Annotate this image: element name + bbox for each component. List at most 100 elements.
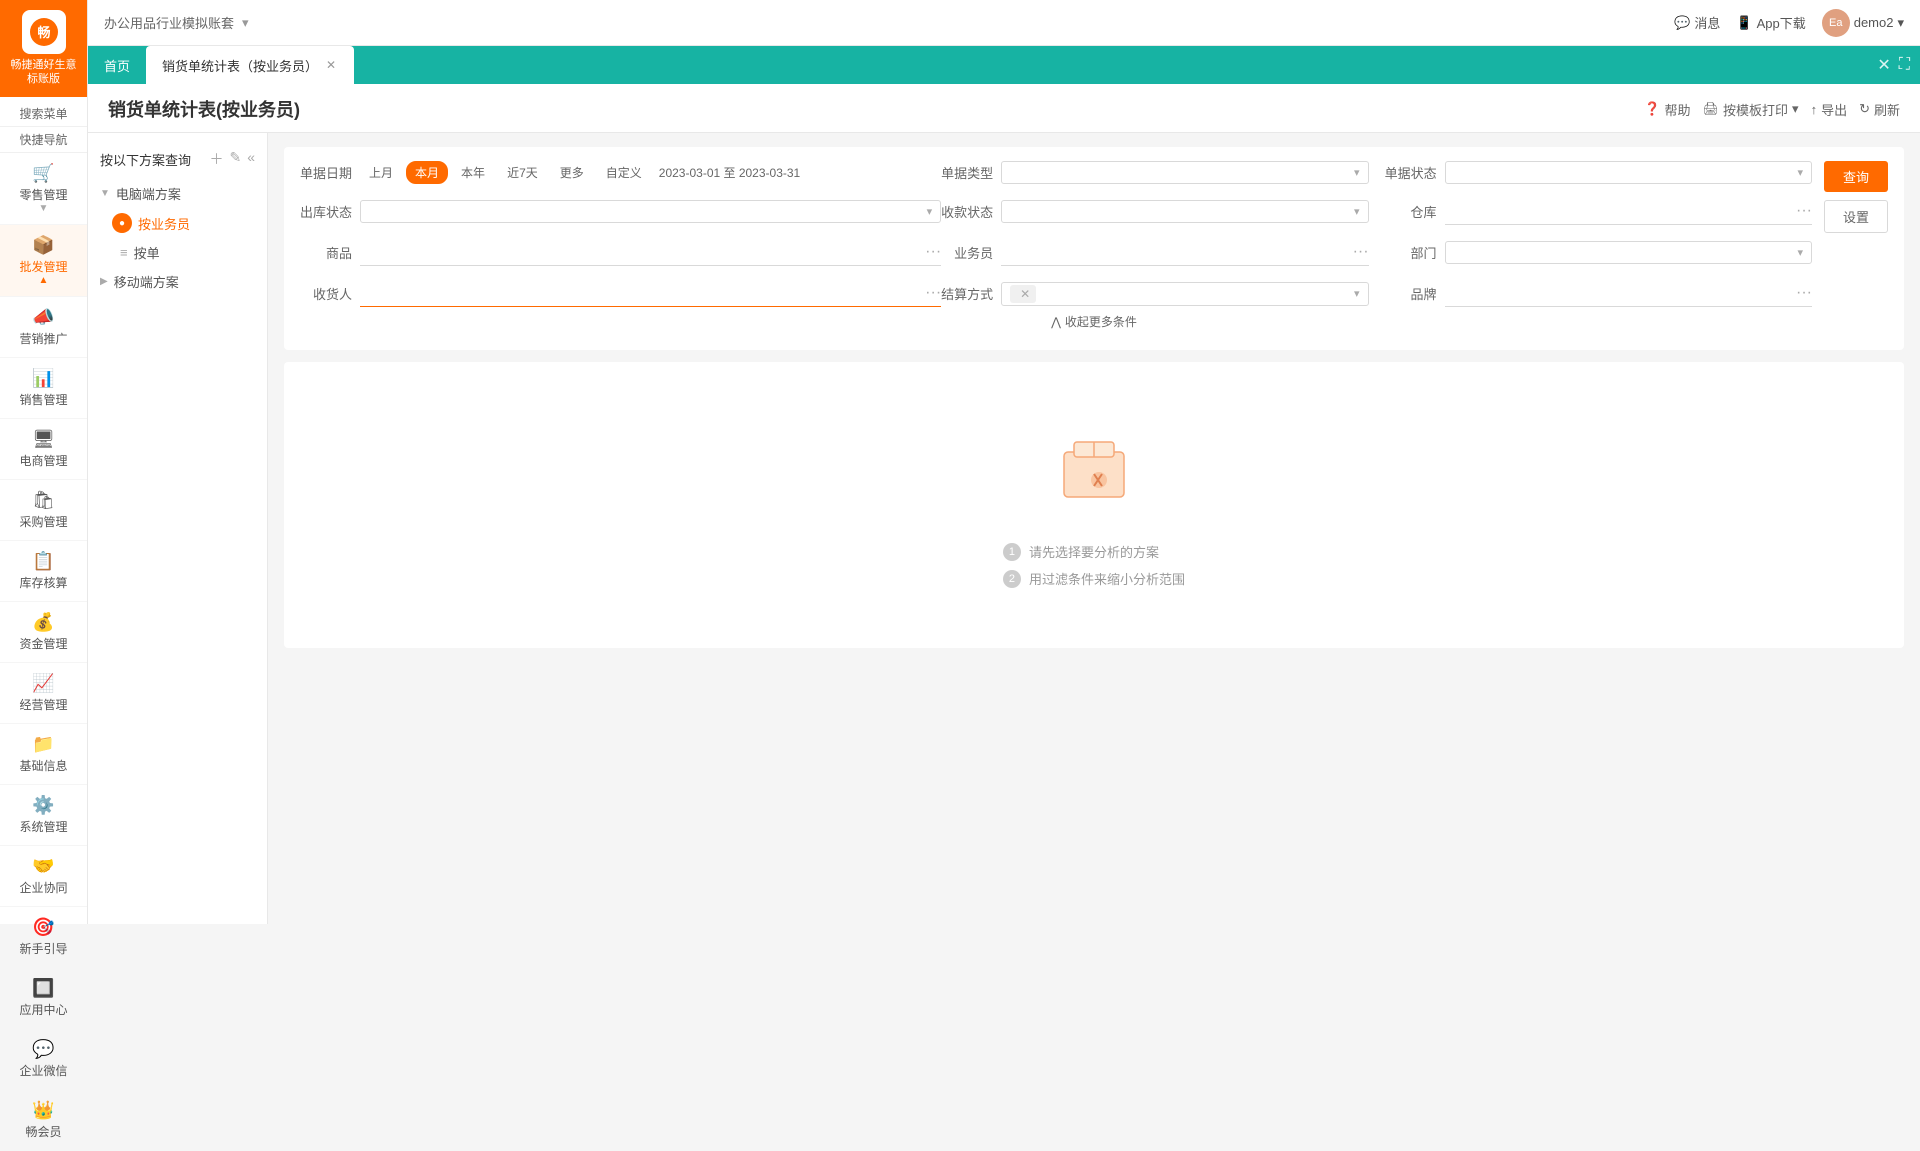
collapse-filter-button[interactable]: ⋀ 收起更多条件	[300, 307, 1888, 336]
doc-type-select[interactable]: ▾	[1001, 161, 1368, 184]
filter-item-dept: 部门 ▾	[1385, 241, 1812, 264]
salesman-dots[interactable]: ···	[1353, 243, 1369, 261]
brand-dots[interactable]: ···	[1796, 284, 1812, 302]
doc-status-select[interactable]: ▾	[1445, 161, 1812, 184]
empty-hint-2-text: 用过滤条件来缩小分析范围	[1029, 569, 1185, 588]
message-button[interactable]: 💬 消息	[1674, 13, 1720, 32]
topbar: 办公用品行业模拟账套 ▾ 💬 消息 📱 App下载 Ea demo2 ▾	[88, 0, 1920, 46]
sidebar-item-inventory[interactable]: 📋 库存核算	[0, 541, 87, 602]
date-btn-more[interactable]: 更多	[551, 161, 593, 184]
out-status-select[interactable]: ▾	[360, 200, 941, 223]
receipt-status-select[interactable]: ▾	[1001, 200, 1368, 223]
marketing-icon: 📣	[32, 307, 54, 328]
tab-close-icon[interactable]: ✕	[324, 56, 338, 74]
doc-type-arrow: ▾	[1354, 166, 1360, 179]
topbar-dropdown-icon[interactable]: ▾	[242, 15, 249, 31]
add-scheme-icon[interactable]: ＋	[209, 149, 223, 169]
warehouse-input[interactable]: ···	[1445, 198, 1812, 225]
dept-select[interactable]: ▾	[1445, 241, 1812, 264]
query-button[interactable]: 查询	[1824, 161, 1888, 192]
sales-icon: 📊	[32, 368, 54, 389]
recipient-dots[interactable]: ···	[925, 284, 941, 302]
sidebar-item-newbie[interactable]: 🎯 新手引导	[0, 907, 87, 968]
product-input[interactable]: ···	[360, 239, 941, 266]
filter-item-product: 商品 ···	[300, 239, 941, 266]
desktop-scheme-label: 电脑端方案	[116, 184, 181, 203]
sidebar-item-marketing[interactable]: 📣 营销推广	[0, 297, 87, 358]
sidebar-item-system[interactable]: ⚙️ 系统管理	[0, 785, 87, 846]
collapse-panel-icon[interactable]: «	[247, 149, 255, 169]
scheme-item-by-order[interactable]: ≡ 按单	[88, 238, 267, 267]
app-download-button[interactable]: 📱 App下载	[1736, 13, 1805, 32]
page-title: 销货单统计表(按业务员)	[108, 96, 300, 132]
sidebar-item-wholesale[interactable]: 📦 批发管理 ▲	[0, 225, 87, 297]
payment-method-tag: ✕	[1010, 285, 1036, 303]
sidebar-item-label-basic: 基础信息	[19, 757, 67, 774]
filter-item-warehouse: 仓库 ···	[1385, 198, 1812, 225]
collapse-label: 收起更多条件	[1065, 313, 1137, 330]
help-button[interactable]: ❓ 帮助	[1644, 100, 1690, 119]
tab-home-label: 首页	[104, 56, 130, 75]
mobile-scheme-label: 移动端方案	[114, 272, 179, 291]
app-download-label: App下载	[1757, 13, 1806, 32]
filter-item-doc-type: 单据类型 ▾	[941, 161, 1368, 184]
refresh-icon: ↻	[1859, 101, 1870, 117]
product-dots[interactable]: ···	[925, 243, 941, 261]
search-menu-button[interactable]: 搜索菜单	[0, 97, 87, 127]
sidebar-item-ecommerce[interactable]: 🖥 电商管理	[0, 419, 87, 480]
sidebar-item-operation[interactable]: 📈 经营管理	[0, 663, 87, 724]
date-btn-custom[interactable]: 自定义	[597, 161, 651, 184]
mobile-scheme-category[interactable]: ▶ 移动端方案	[88, 267, 267, 296]
sidebar-item-wechat[interactable]: 💬 企业微信	[0, 1029, 87, 1090]
tab-sales-report[interactable]: 销货单统计表（按业务员） ✕	[146, 46, 354, 84]
export-icon: ↑	[1811, 102, 1818, 117]
sidebar-item-finance[interactable]: 💰 资金管理	[0, 602, 87, 663]
filter-item-receipt-status: 收款状态 ▾	[941, 200, 1368, 223]
quick-nav-button[interactable]: 快捷导航	[0, 127, 87, 153]
sidebar-item-retail[interactable]: 🛒 零售管理 ▼	[0, 153, 87, 225]
date-btn-this-year[interactable]: 本年	[452, 161, 494, 184]
desktop-scheme-category[interactable]: ▼ 电脑端方案	[88, 179, 267, 208]
user-menu[interactable]: Ea demo2 ▾	[1822, 9, 1904, 37]
payment-method-clear[interactable]: ✕	[1020, 287, 1030, 301]
filter-item-out-status: 出库状态 ▾	[300, 200, 941, 223]
sidebar-item-purchase[interactable]: 🛍 采购管理	[0, 480, 87, 541]
brand-label: 品牌	[1385, 284, 1445, 303]
dept-arrow: ▾	[1797, 246, 1803, 259]
warehouse-dots[interactable]: ···	[1796, 202, 1812, 220]
filter-row-1: 单据日期 上月 本月 本年 近7天 更多 自定义	[300, 161, 1812, 184]
apps-icon: 🔲	[32, 978, 54, 999]
sidebar-item-enterprise[interactable]: 🤝 企业协同	[0, 846, 87, 907]
recipient-input[interactable]: ···	[360, 280, 941, 307]
settings-button[interactable]: 设置	[1824, 200, 1888, 233]
export-button[interactable]: ↑ 导出	[1811, 100, 1848, 119]
date-btn-last-month[interactable]: 上月	[360, 161, 402, 184]
sidebar-item-member[interactable]: 👑 畅会员	[0, 1090, 87, 1151]
edit-scheme-icon[interactable]: ✎	[229, 149, 241, 169]
tab-home[interactable]: 首页	[88, 46, 146, 84]
payment-method-select[interactable]: ✕ ▾	[1001, 282, 1368, 306]
sidebar-item-sales[interactable]: 📊 销售管理	[0, 358, 87, 419]
scheme-item-by-salesman[interactable]: ● 按业务员	[88, 208, 267, 238]
wholesale-icon: 📦	[32, 235, 54, 256]
date-btn-this-month[interactable]: 本月	[406, 161, 448, 184]
salesman-input[interactable]: ···	[1001, 239, 1368, 266]
date-filter: 上月 本月 本年 近7天 更多 自定义 2023-03-01 至 2023-03…	[360, 161, 941, 184]
refresh-button[interactable]: ↻ 刷新	[1859, 100, 1900, 119]
tab-close-window-icon[interactable]: ✕	[1877, 55, 1890, 75]
template-print-button[interactable]: 🖨 按模板打印 ▾	[1703, 100, 1799, 119]
date-btn-last7[interactable]: 近7天	[498, 161, 547, 184]
sidebar-item-apps[interactable]: 🔲 应用中心	[0, 968, 87, 1029]
refresh-label: 刷新	[1874, 100, 1900, 119]
sidebar-item-label-ecommerce: 电商管理	[19, 452, 67, 469]
topbar-title: 办公用品行业模拟账套	[104, 13, 234, 32]
tab-fullscreen-icon[interactable]: ⛶	[1899, 56, 1910, 74]
hint-num-1: 1	[1003, 543, 1021, 561]
two-panel: 按以下方案查询 ＋ ✎ « ▼ 电脑端方案 ● 按业务员	[88, 133, 1920, 924]
active-scheme-dot: ●	[112, 213, 132, 233]
brand-input[interactable]: ···	[1445, 280, 1812, 307]
chevron-down-icon: ▼	[39, 203, 49, 214]
sidebar-item-basic[interactable]: 📁 基础信息	[0, 724, 87, 785]
member-icon: 👑	[32, 1100, 54, 1121]
filter-form: 单据日期 上月 本月 本年 近7天 更多 自定义	[284, 147, 1904, 350]
